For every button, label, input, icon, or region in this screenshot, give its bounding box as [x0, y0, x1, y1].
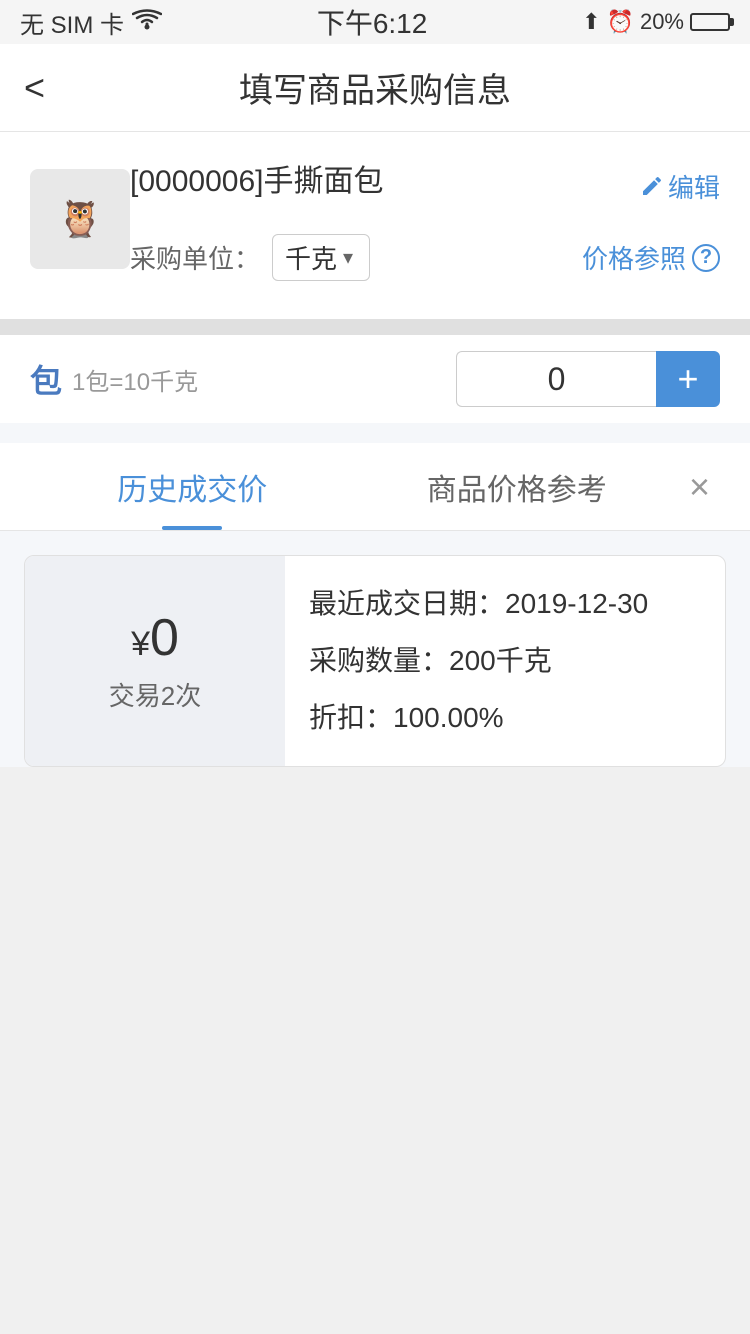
panel-section: 历史成交价 商品价格参考 × ¥0 交易2次 最近成交日期：2019-12-30…: [0, 423, 750, 767]
back-button[interactable]: <: [24, 67, 45, 109]
page-title: 填写商品采购信息: [239, 63, 511, 112]
quantity-input[interactable]: [456, 351, 656, 407]
history-card: ¥0 交易2次 最近成交日期：2019-12-30 采购数量：200千克 折扣：…: [24, 555, 726, 767]
tabs-row: 历史成交价 商品价格参考 ×: [0, 443, 750, 531]
status-carrier: 无 SIM 卡: [20, 5, 162, 40]
price-ref-label: 价格参照: [582, 239, 686, 276]
edit-label: 编辑: [668, 168, 720, 205]
discount-label: 折扣：: [309, 702, 393, 733]
wifi-icon: [132, 8, 162, 37]
quantity-row: 包 1包=10千克 +: [0, 335, 750, 423]
recent-date-line: 最近成交日期：2019-12-30: [309, 584, 701, 623]
section-divider: [0, 319, 750, 335]
currency-symbol: ¥: [131, 625, 150, 663]
product-info: [0000006]手撕面包 编辑 采购单位： 千克 价格参照 ?: [130, 156, 720, 281]
quantity-plus-button[interactable]: +: [656, 351, 720, 407]
info-icon: ?: [692, 244, 720, 272]
unit-label: 采购单位：: [130, 239, 260, 276]
history-summary: ¥0 交易2次: [25, 556, 285, 766]
unit-desc: 1包=10千克: [72, 362, 198, 397]
carrier-text: 无 SIM 卡: [20, 5, 124, 40]
close-panel-button[interactable]: ×: [679, 466, 720, 508]
purchase-qty-label: 采购数量：: [309, 645, 449, 676]
battery-icon: [690, 13, 730, 31]
battery-percent: 20%: [640, 9, 684, 35]
tab-product-price[interactable]: 商品价格参考: [354, 443, 678, 530]
edit-button[interactable]: 编辑: [640, 168, 720, 205]
tab-history-price[interactable]: 历史成交价: [30, 443, 354, 530]
tab-product-label: 商品价格参考: [427, 465, 607, 509]
unit-value: 千克: [285, 239, 337, 276]
purchase-qty-line: 采购数量：200千克: [309, 641, 701, 680]
trade-count: 交易2次: [109, 676, 201, 713]
status-bar: 无 SIM 卡 下午6:12 ⬆ ⏰ 20%: [0, 0, 750, 44]
history-price: ¥0: [131, 608, 179, 668]
discount-line: 折扣：100.00%: [309, 698, 701, 737]
purchase-qty-value: 200千克: [449, 645, 552, 676]
status-right-area: ⬆ ⏰ 20%: [582, 9, 730, 35]
unit-select[interactable]: 千克: [272, 234, 370, 281]
location-icon: ⬆: [582, 9, 600, 35]
product-logo: 🦉: [58, 198, 103, 240]
history-details: 最近成交日期：2019-12-30 采购数量：200千克 折扣：100.00%: [285, 556, 725, 766]
unit-name: 包: [30, 356, 62, 402]
recent-date-label: 最近成交日期：: [309, 588, 505, 619]
product-name: [0000006]手撕面包: [130, 156, 383, 200]
tab-underline: [162, 526, 222, 530]
price-value: 0: [150, 609, 179, 667]
nav-bar: < 填写商品采购信息: [0, 44, 750, 132]
status-time: 下午6:12: [317, 2, 428, 42]
discount-value: 100.00%: [393, 702, 504, 733]
product-thumb: 🦉: [30, 169, 130, 269]
recent-date-value: 2019-12-30: [505, 588, 648, 619]
unit-box: 包 1包=10千克: [30, 356, 198, 402]
quantity-input-area: +: [218, 351, 720, 407]
product-card: 🦉 [0000006]手撕面包 编辑 采购单位： 千克 价格参照 ?: [0, 132, 750, 319]
tab-history-label: 历史成交价: [117, 465, 267, 509]
price-ref-button[interactable]: 价格参照 ?: [582, 239, 720, 276]
alarm-icon: ⏰: [607, 9, 634, 35]
plus-icon: +: [677, 358, 698, 400]
